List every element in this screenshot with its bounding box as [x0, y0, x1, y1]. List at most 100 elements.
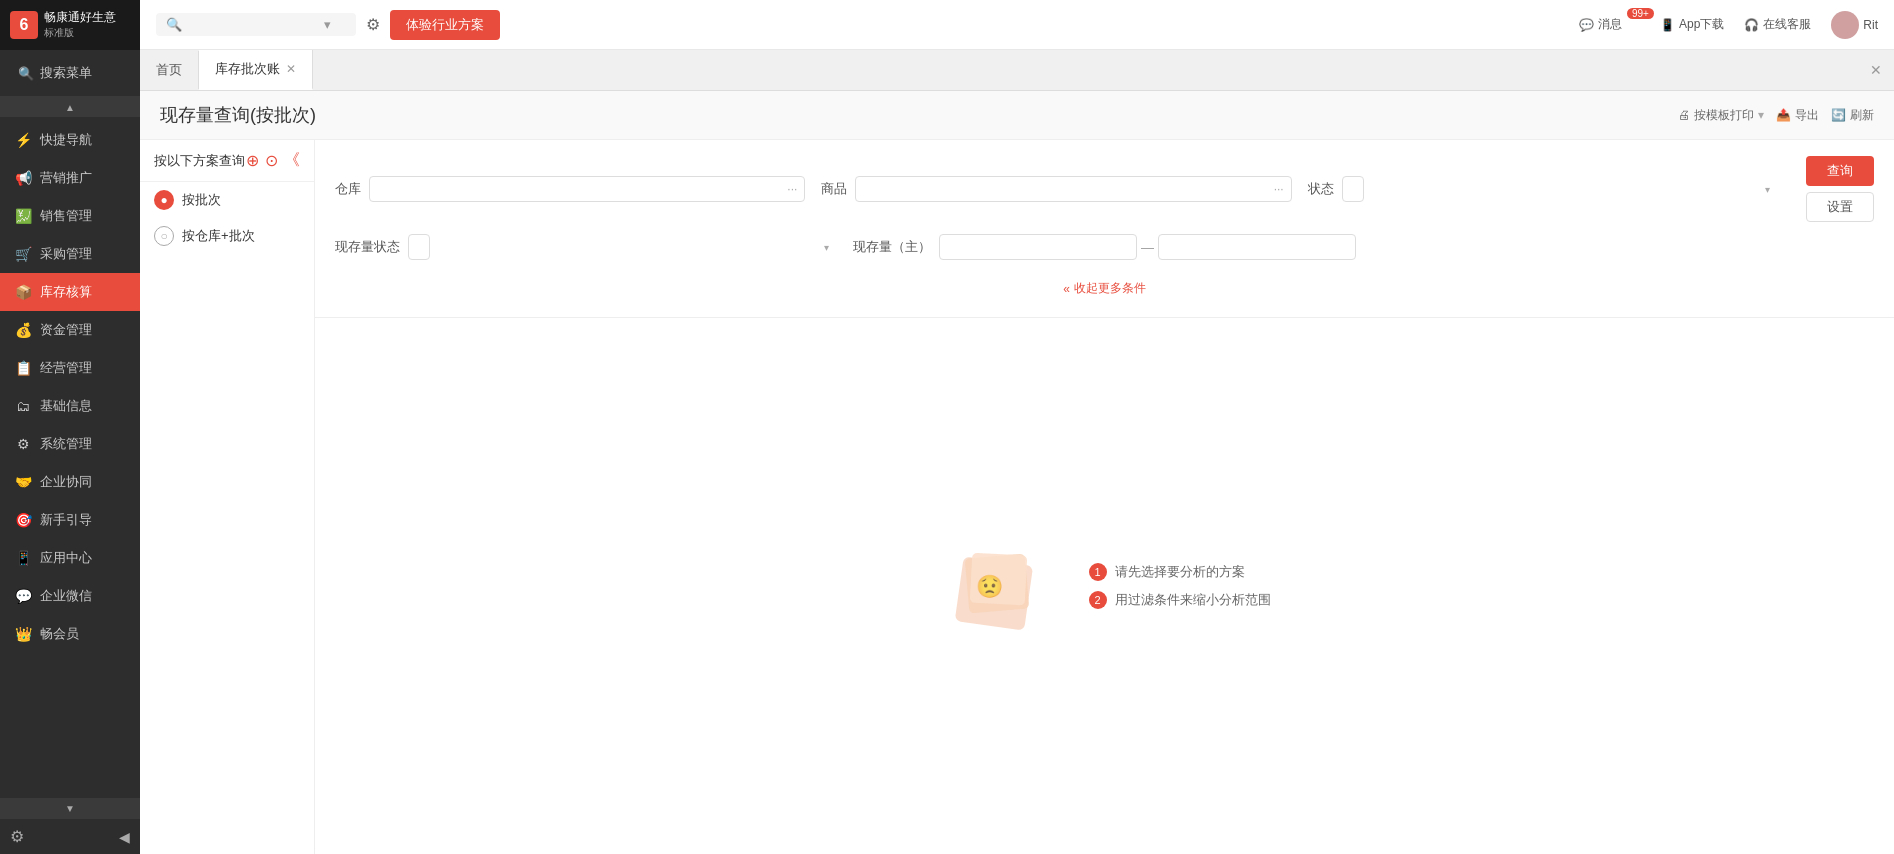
stock-status-select[interactable] [408, 234, 430, 260]
sidebar-item-weixin[interactable]: 💬 企业微信 [0, 577, 140, 615]
sidebar-item-operation[interactable]: 📋 经营管理 [0, 349, 140, 387]
sidebar-collapse-icon[interactable]: ◀ [119, 829, 130, 845]
sidebar-item-label: 快捷导航 [40, 131, 92, 149]
tab-bar: 首页 库存批次账 ✕ ✕ [140, 50, 1894, 91]
export-button[interactable]: 📤 导出 [1776, 107, 1819, 124]
stock-status-label: 现存量状态 [335, 238, 400, 256]
settings-button[interactable]: 设置 [1806, 192, 1874, 222]
main-area: 🔍 ▾ ⚙ 体验行业方案 💬 消息 99+ 📱 App下载 🎧 在线客服 R [140, 0, 1894, 854]
sidebar-item-basic[interactable]: 🗂 基础信息 [0, 387, 140, 425]
empty-tip-1: 1 请先选择要分析的方案 [1089, 563, 1271, 581]
tab-home-label: 首页 [156, 61, 182, 79]
tab-bar-close-icon[interactable]: ✕ [1858, 62, 1894, 78]
empty-tip-2: 2 用过滤条件来缩小分析范围 [1089, 591, 1271, 609]
stock-qty-to-input[interactable] [1158, 234, 1356, 260]
filter-add-icon[interactable]: ⊕ [246, 151, 259, 170]
sidebar-nav: ⚡ 快捷导航 📢 营销推广 💹 销售管理 🛒 采购管理 📦 库存核算 💰 资金管… [0, 117, 140, 798]
status-dropdown-icon: ▾ [1765, 184, 1770, 195]
header-search-input[interactable] [188, 18, 318, 32]
sidebar-item-system[interactable]: ⚙ 系统管理 [0, 425, 140, 463]
export-label: 导出 [1795, 107, 1819, 124]
messages-button[interactable]: 💬 消息 99+ [1579, 16, 1640, 33]
empty-illustration: 😟 [939, 526, 1059, 646]
filter-panel-title: 按以下方案查询 [154, 152, 245, 170]
filter-collapse-icon[interactable]: 《 [284, 150, 300, 171]
page-header: 现存量查询(按批次) 🖨 按模板打印 ▾ 📤 导出 🔄 刷新 [140, 91, 1894, 140]
warehouse-more-icon[interactable]: ··· [787, 182, 797, 196]
sidebar-item-newbie[interactable]: 🎯 新手引导 [0, 501, 140, 539]
dropdown-icon[interactable]: ▾ [324, 17, 331, 32]
sidebar-item-marketing[interactable]: 📢 营销推广 [0, 159, 140, 197]
app-download-button[interactable]: 📱 App下载 [1660, 16, 1724, 33]
app-edition: 标准版 [44, 26, 116, 40]
trial-button[interactable]: 体验行业方案 [390, 10, 500, 40]
sidebar-item-quick-nav[interactable]: ⚡ 快捷导航 [0, 121, 140, 159]
stock-status-select-wrap: ▾ [408, 234, 837, 260]
sidebar-item-finance[interactable]: 💰 资金管理 [0, 311, 140, 349]
empty-svg: 😟 [939, 526, 1059, 646]
status-select[interactable] [1342, 176, 1364, 202]
tab-batch-label: 库存批次账 [215, 60, 280, 78]
search-icon: 🔍 [18, 66, 34, 81]
product-more-icon[interactable]: ··· [1274, 182, 1284, 196]
sidebar-scroll-down[interactable]: ▼ [0, 798, 140, 818]
collapse-label: 收起更多条件 [1074, 280, 1146, 297]
sidebar-item-enterprise[interactable]: 🤝 企业协同 [0, 463, 140, 501]
range-sep: — [1137, 240, 1158, 255]
product-field: 商品 ··· [821, 176, 1291, 202]
tab-batch-account[interactable]: 库存批次账 ✕ [199, 50, 313, 90]
header-search-bar[interactable]: 🔍 ▾ [156, 13, 356, 36]
basic-icon: 🗂 [14, 397, 32, 415]
online-service-button[interactable]: 🎧 在线客服 [1744, 16, 1811, 33]
filter-panel-header: 按以下方案查询 ⊕ ⊙ 《 [140, 140, 314, 182]
sidebar-item-vip[interactable]: 👑 畅会员 [0, 615, 140, 653]
print-dropdown-icon: ▾ [1758, 108, 1764, 122]
filter-scheme-batch[interactable]: ● 按批次 [140, 182, 314, 218]
filter-scheme-warehouse-batch[interactable]: ○ 按仓库+批次 [140, 218, 314, 254]
tab-home[interactable]: 首页 [140, 51, 199, 89]
sidebar-settings-icon[interactable]: ⚙ [10, 827, 24, 846]
sidebar-scroll-up[interactable]: ▲ [0, 97, 140, 117]
chevron-down-icon: ▼ [65, 803, 75, 814]
content: 现存量查询(按批次) 🖨 按模板打印 ▾ 📤 导出 🔄 刷新 [140, 91, 1894, 854]
chevron-up-icon: ▲ [65, 102, 75, 113]
refresh-button[interactable]: 🔄 刷新 [1831, 107, 1874, 124]
sidebar-item-inventory[interactable]: 📦 库存核算 [0, 273, 140, 311]
content-body: 按以下方案查询 ⊕ ⊙ 《 ● 按批次 ○ 按仓库+批次 [140, 140, 1894, 854]
print-template-button[interactable]: 🖨 按模板打印 ▾ [1678, 107, 1764, 124]
status-field: 状态 ▾ [1308, 176, 1778, 202]
app-logo: 6 [10, 11, 38, 39]
collapse-more-btn[interactable]: « 收起更多条件 [335, 272, 1874, 301]
marketing-icon: 📢 [14, 169, 32, 187]
avatar [1831, 11, 1859, 39]
filter-settings-icon[interactable]: ⊙ [265, 151, 278, 170]
sidebar-item-sales[interactable]: 💹 销售管理 [0, 197, 140, 235]
query-button[interactable]: 查询 [1806, 156, 1874, 186]
messages-badge: 99+ [1627, 8, 1654, 19]
warehouse-input[interactable] [369, 176, 805, 202]
operation-icon: 📋 [14, 359, 32, 377]
product-input[interactable] [855, 176, 1291, 202]
sidebar-item-label: 销售管理 [40, 207, 92, 225]
sidebar-item-label: 采购管理 [40, 245, 92, 263]
header-actions: 💬 消息 99+ 📱 App下载 🎧 在线客服 Rit [1579, 11, 1878, 39]
tip-2-text: 用过滤条件来缩小分析范围 [1115, 591, 1271, 609]
sidebar-search-item[interactable]: 🔍 搜索菜单 [10, 58, 130, 88]
filter-row-1: 仓库 ··· 商品 ··· [335, 156, 1874, 222]
warehouse-label: 仓库 [335, 180, 361, 198]
empty-tips: 1 请先选择要分析的方案 2 用过滤条件来缩小分析范围 [1089, 563, 1271, 609]
header-gear-icon[interactable]: ⚙ [366, 15, 380, 34]
system-icon: ⚙ [14, 435, 32, 453]
status-label: 状态 [1308, 180, 1334, 198]
tab-close-icon[interactable]: ✕ [286, 62, 296, 76]
user-profile[interactable]: Rit [1831, 11, 1878, 39]
sidebar-item-label: 营销推广 [40, 169, 92, 187]
export-icon: 📤 [1776, 108, 1791, 122]
search-icon: 🔍 [166, 17, 182, 32]
sidebar-item-appcenter[interactable]: 📱 应用中心 [0, 539, 140, 577]
stock-qty-field: 现存量（主） — [853, 234, 1355, 260]
refresh-label: 刷新 [1850, 107, 1874, 124]
stock-qty-from-input[interactable] [939, 234, 1137, 260]
sidebar-item-purchase[interactable]: 🛒 采购管理 [0, 235, 140, 273]
weixin-icon: 💬 [14, 587, 32, 605]
